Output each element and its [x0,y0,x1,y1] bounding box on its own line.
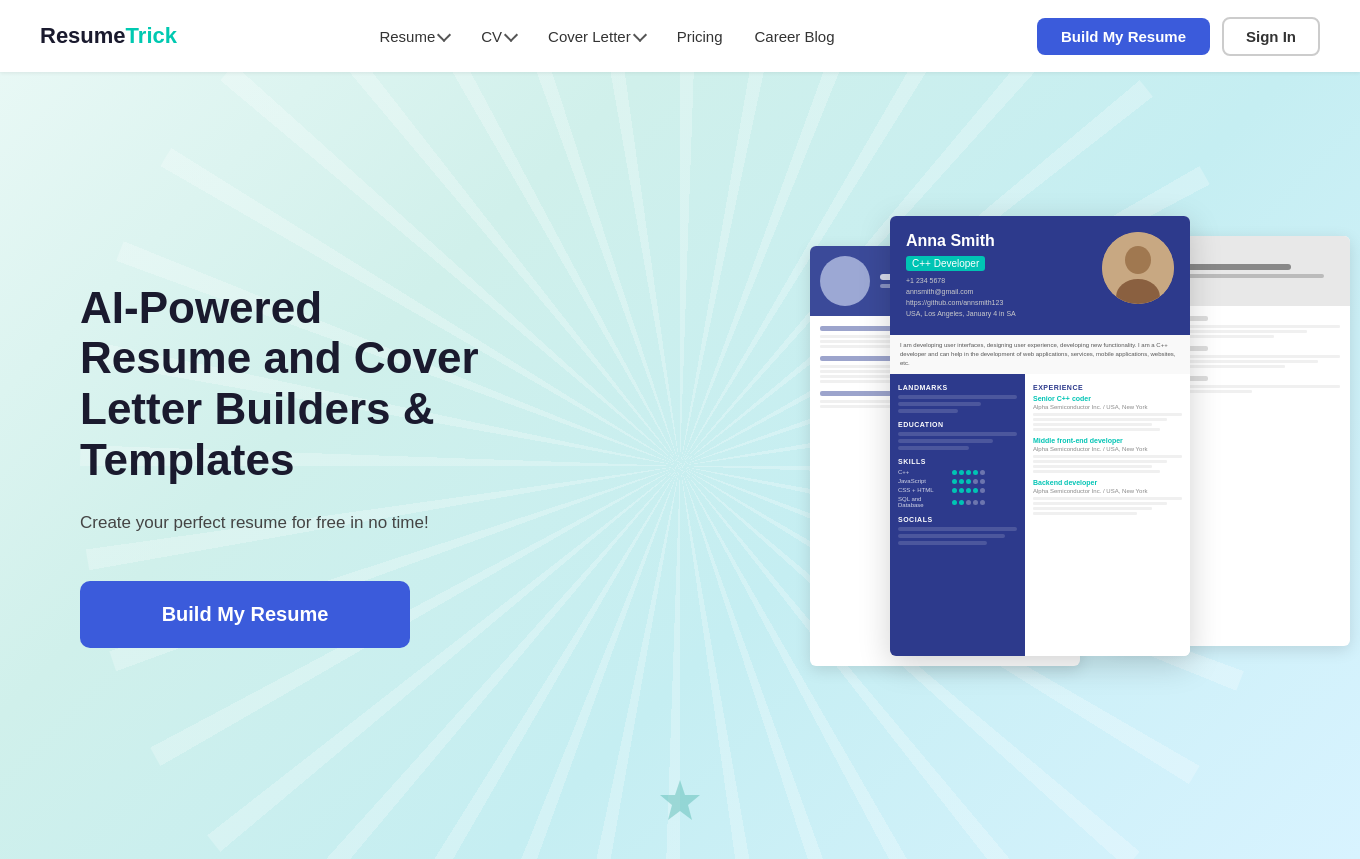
chevron-down-icon [437,27,451,41]
nav-item-pricing[interactable]: Pricing [663,20,737,53]
skill-js-label: JavaScript [898,478,948,484]
navigation: Resume Trick Resume CV Cover Letter Pric… [0,0,1360,72]
svg-point-1 [1125,246,1151,274]
hero-title: AI-Powered Resume and Cover Letter Build… [80,283,480,485]
resume-name: Anna Smith [906,232,1090,250]
nav-label-cover-letter: Cover Letter [548,28,631,45]
nav-label-resume: Resume [379,28,435,45]
resume-right-col: EXPERIENCE Senior C++ coder Alpha Semico… [1025,374,1190,655]
nav-label-cv: CV [481,28,502,45]
exp-company-1: Alpha Semiconductor Inc. / USA, New York [1033,404,1182,410]
resume-preview-group: Anna Smith C++ Developer +1 234 5678 ann… [810,216,1360,716]
resume-header: Anna Smith C++ Developer +1 234 5678 ann… [890,216,1190,336]
star-decoration [640,775,720,829]
nav-label-career-blog: Career Blog [755,28,835,45]
hero-section: AI-Powered Resume and Cover Letter Build… [0,72,1360,859]
nav-sign-in-button[interactable]: Sign In [1222,17,1320,56]
chevron-down-icon [633,27,647,41]
logo-resume: Resume [40,23,126,49]
resume-left-col: LANDMARKS EDUCATION SKILLS [890,374,1025,655]
chevron-down-icon [504,27,518,41]
skill-css-label: CSS + HTML [898,487,948,493]
nav-item-cover-letter[interactable]: Cover Letter [534,20,659,53]
nav-build-resume-button[interactable]: Build My Resume [1037,18,1210,55]
hero-subtitle: Create your perfect resume for free in n… [80,513,480,533]
exp-title-3: Backend developer [1033,479,1182,486]
nav-links: Resume CV Cover Letter Pricing Career Bl… [365,20,848,53]
nav-label-pricing: Pricing [677,28,723,45]
exp-title-2: Middle front-end developer [1033,437,1182,444]
resume-body: LANDMARKS EDUCATION SKILLS [890,374,1190,655]
skill-cpp-label: C++ [898,469,948,475]
resume-role: C++ Developer [906,256,985,271]
hero-content: AI-Powered Resume and Cover Letter Build… [0,283,560,648]
resume-education-title: EDUCATION [898,421,1017,428]
resume-skills-title: SKILLS [898,458,1017,465]
logo[interactable]: Resume Trick [40,23,177,49]
exp-title-1: Senior C++ coder [1033,395,1182,402]
resume-contact: +1 234 5678 annsmith@gmail.com https://g… [906,275,1090,320]
nav-item-resume[interactable]: Resume [365,20,463,53]
resume-socials-title: SOCIALS [898,516,1017,523]
resume-card-main: Anna Smith C++ Developer +1 234 5678 ann… [890,216,1190,656]
resume-landmarks-title: LANDMARKS [898,384,1017,391]
logo-trick: Trick [126,23,177,49]
nav-item-cv[interactable]: CV [467,20,530,53]
exp-company-3: Alpha Semiconductor Inc. / USA, New York [1033,488,1182,494]
resume-summary: I am developing user interfaces, designi… [890,335,1190,374]
resume-avatar [1102,232,1174,304]
resume-experience-title: EXPERIENCE [1033,384,1182,391]
nav-item-career-blog[interactable]: Career Blog [741,20,849,53]
skill-sql-label: SQL and Database [898,496,948,508]
exp-company-2: Alpha Semiconductor Inc. / USA, New York [1033,446,1182,452]
nav-actions: Build My Resume Sign In [1037,17,1320,56]
hero-build-resume-button[interactable]: Build My Resume [80,581,410,648]
